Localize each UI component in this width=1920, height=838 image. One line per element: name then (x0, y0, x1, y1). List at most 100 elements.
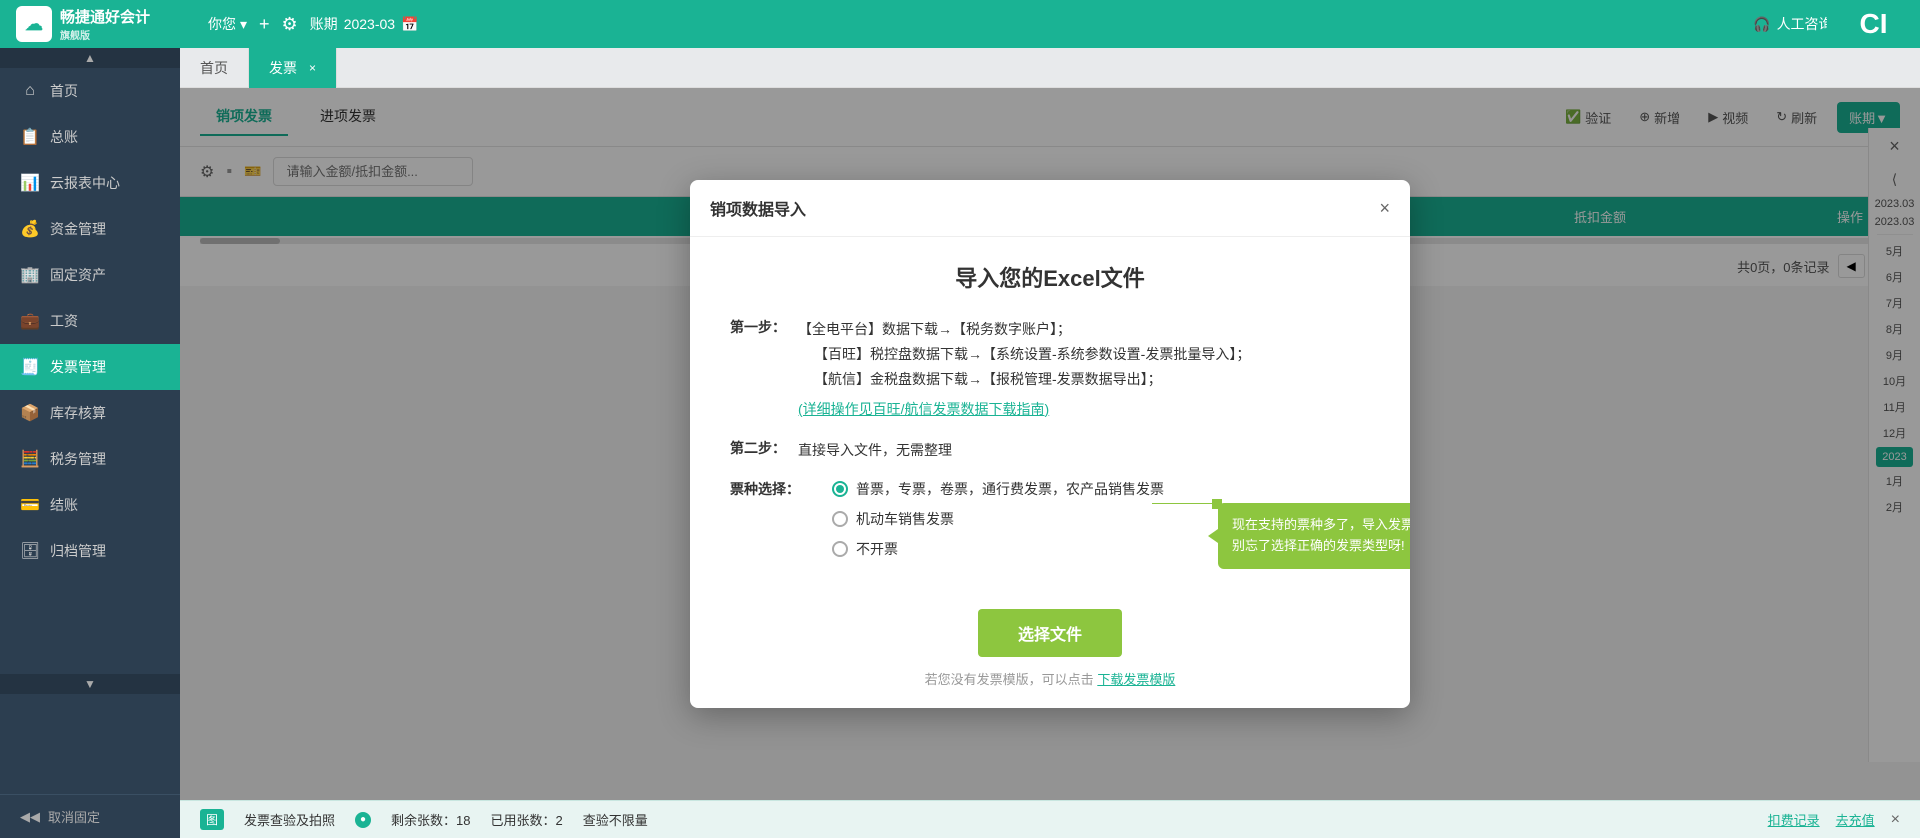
calendar-icon: 📅 (401, 16, 418, 33)
period-display: 账期 2023-03 📅 (310, 14, 419, 34)
radio-normal-label: 普票，专票，卷票，通行费发票，农产品销售发票 (856, 479, 1164, 499)
bottom-icon-label: 图 (200, 809, 224, 830)
tab-invoice-label: 发票 (269, 58, 297, 78)
tab-invoice-close[interactable]: × (309, 61, 316, 75)
step1-content: 【全电平台】数据下载→【税务数字账户】； 【百旺】税控盘数据下载→【系统设置-系… (798, 317, 1250, 422)
recharge-link[interactable]: 去充值 (1836, 810, 1875, 829)
download-template-link[interactable]: 下载发票模版 (1097, 672, 1175, 687)
check-unlimited: 查验不限量 (583, 810, 648, 829)
report-icon: 📊 (20, 173, 40, 193)
radio-group: 普票，专票，卷票，通行费发票，农产品销售发票 机动车销售发票 (832, 479, 1164, 559)
consulting-btn[interactable]: 🎧 人工咨询 (1753, 14, 1832, 34)
modal-header: 销项数据导入 × (690, 180, 1410, 237)
consulting-label: 人工咨询 (1777, 14, 1833, 34)
step1-guide-link[interactable]: (详细操作见百旺/航信发票数据下载指南) (798, 401, 1049, 417)
sidebar-item-archive[interactable]: 🗄 归档管理 (0, 528, 180, 574)
logo-text: 畅捷通好会计 旗舰版 (60, 6, 150, 42)
tax-icon: 🧮 (20, 449, 40, 469)
tab-home[interactable]: 首页 (180, 48, 249, 88)
sidebar: ▲ ⌂ 首页 📋 总账 📊 云报表中心 💰 资金管理 🏢 固定资产 💼 工资 🧾… (0, 48, 180, 838)
modal-main-title: 导入您的Excel文件 (730, 261, 1370, 293)
step2-label: 第二步： (730, 438, 786, 463)
sidebar-item-tax[interactable]: 🧮 税务管理 (0, 436, 180, 482)
salary-icon: 💼 (20, 311, 40, 331)
sidebar-label-asset: 固定资产 (50, 265, 106, 285)
bottom-close-btn[interactable]: × (1891, 811, 1900, 829)
sidebar-label-inventory: 库存核算 (50, 403, 106, 423)
sidebar-item-invoice[interactable]: 🧾 发票管理 (0, 344, 180, 390)
sidebar-item-settlement[interactable]: 💳 结账 (0, 482, 180, 528)
sidebar-scroll-down[interactable]: ▼ (0, 674, 180, 694)
sidebar-item-fund[interactable]: 💰 资金管理 (0, 206, 180, 252)
sidebar-item-ledger[interactable]: 📋 总账 (0, 114, 180, 160)
step1-label: 第一步： (730, 317, 786, 422)
sidebar-item-inventory[interactable]: 📦 库存核算 (0, 390, 180, 436)
fee-record-link[interactable]: 扣费记录 (1768, 810, 1820, 829)
asset-icon: 🏢 (20, 265, 40, 285)
sidebar-item-salary[interactable]: 💼 工资 (0, 298, 180, 344)
radio-option-vehicle[interactable]: 机动车销售发票 (832, 509, 1164, 529)
logo-main-text: 畅捷通好会计 (60, 6, 150, 27)
tab-invoice[interactable]: 发票 × (249, 48, 337, 88)
radio-option-noinvoice[interactable]: 不开票 (832, 539, 1164, 559)
ledger-icon: 📋 (20, 127, 40, 147)
bottom-dot: ● (355, 812, 371, 828)
ticket-selection: 票种选择： 普票，专票，卷票，通行费发票，农产品销售发票 (730, 479, 1370, 559)
modal-close-btn[interactable]: × (1379, 198, 1390, 219)
download-prefix: 若您没有发票模版，可以点击 (925, 672, 1094, 687)
radio-options-container: 普票，专票，卷票，通行费发票，农产品销售发票 机动车销售发票 (812, 479, 1164, 559)
ci-badge: CI (1827, 0, 1920, 47)
radio-vehicle-btn[interactable] (832, 511, 848, 527)
archive-icon: 🗄 (20, 541, 40, 561)
radio-vehicle-label: 机动车销售发票 (856, 509, 954, 529)
tooltip-balloon: 现在支持的票种多了，导入发票时别忘了选择正确的发票类型呀! × (1218, 503, 1410, 569)
radio-noinvoice-btn[interactable] (832, 541, 848, 557)
tooltip-container: 现在支持的票种多了，导入发票时别忘了选择正确的发票类型呀! × (1152, 499, 1410, 569)
logo-icon: ☁ (16, 6, 52, 42)
remaining-count: 剩余张数：18 (391, 810, 470, 829)
modal-overlay: 销项数据导入 × 导入您的Excel文件 第一步： 【全电平台】数据下载→【税务… (180, 88, 1920, 800)
step1-line3: 【航信】金税盘数据下载→【报税管理-发票数据导出】； (798, 367, 1250, 392)
radio-option-normal[interactable]: 普票，专票，卷票，通行费发票，农产品销售发票 (832, 479, 1164, 499)
step1-line2: 【百旺】税控盘数据下载→【系统设置-系统参数设置-发票批量导入】； (798, 342, 1250, 367)
sidebar-cancel-pin[interactable]: ◀◀ 取消固定 (0, 794, 180, 838)
pin-icon: ◀◀ (20, 809, 40, 825)
sidebar-label-ledger: 总账 (50, 127, 78, 147)
sidebar-scroll-up[interactable]: ▲ (0, 48, 180, 68)
sidebar-label-fund: 资金管理 (50, 219, 106, 239)
tooltip-text: 现在支持的票种多了，导入发票时别忘了选择正确的发票类型呀! (1232, 517, 1410, 553)
sidebar-label-report: 云报表中心 (50, 173, 120, 193)
content-area: 首页 发票 × 销项发票 进项发票 ✅ 验证 (180, 48, 1920, 838)
sidebar-label-salary: 工资 (50, 311, 78, 331)
radio-noinvoice-label: 不开票 (856, 539, 898, 559)
download-template-text: 若您没有发票模版，可以点击 下载发票模版 (925, 669, 1176, 688)
bottom-bar: 图 发票查验及拍照 ● 剩余张数：18 已用张数：2 查验不限量 扣费记录 去充… (180, 800, 1920, 838)
main-layout: ▲ ⌂ 首页 📋 总账 📊 云报表中心 💰 资金管理 🏢 固定资产 💼 工资 🧾… (0, 48, 1920, 838)
sidebar-item-report[interactable]: 📊 云报表中心 (0, 160, 180, 206)
settings-icon[interactable]: ⚙ (282, 14, 298, 35)
sidebar-item-asset[interactable]: 🏢 固定资产 (0, 252, 180, 298)
chevron-down-icon: ▾ (240, 16, 247, 33)
step2-section: 第二步： 直接导入文件，无需整理 (730, 438, 1370, 463)
sidebar-item-home[interactable]: ⌂ 首页 (0, 68, 180, 114)
bottom-label1: 发票查验及拍照 (244, 810, 335, 829)
invoice-page-content: 销项发票 进项发票 ✅ 验证 ⊕ 新增 ▶ 视频 (180, 88, 1920, 800)
company-selector[interactable]: 你您 ▾ (208, 14, 247, 34)
period-value: 2023-03 (344, 16, 395, 32)
tooltip-arrow (1208, 529, 1218, 543)
invoice-icon: 🧾 (20, 357, 40, 377)
logo-area: ☁ 畅捷通好会计 旗舰版 (16, 6, 196, 42)
fund-icon: 💰 (20, 219, 40, 239)
period-label: 账期 (310, 14, 338, 34)
modal-body: 导入您的Excel文件 第一步： 【全电平台】数据下载→【税务数字账户】； 【百… (690, 237, 1410, 593)
step2-content: 直接导入文件，无需整理 (798, 438, 952, 463)
radio-normal-btn[interactable] (832, 481, 848, 497)
company-name: 你您 (208, 14, 236, 34)
select-file-btn[interactable]: 选择文件 (978, 609, 1122, 657)
add-button[interactable]: + (259, 14, 270, 35)
modal-title: 销项数据导入 (710, 196, 806, 220)
logo-sub-text: 旗舰版 (60, 27, 150, 42)
used-count: 已用张数：2 (491, 810, 563, 829)
cancel-pin-label: 取消固定 (48, 807, 100, 826)
sidebar-label-archive: 归档管理 (50, 541, 106, 561)
